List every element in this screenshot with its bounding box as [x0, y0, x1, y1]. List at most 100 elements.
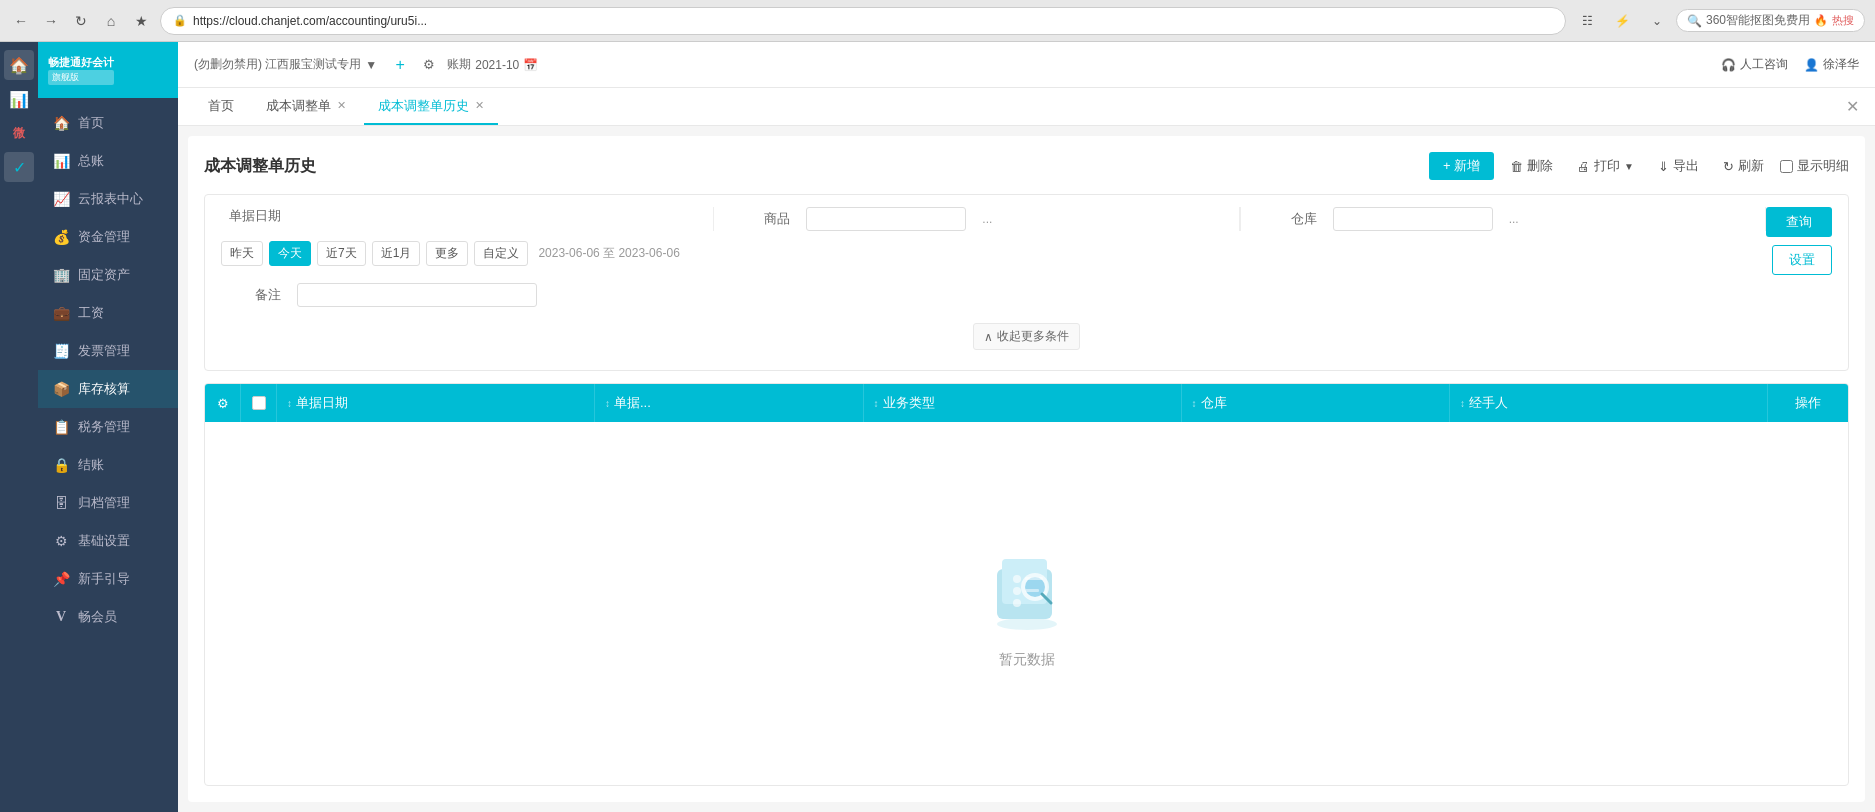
close-all-tabs-button[interactable]: ✕	[1846, 97, 1859, 116]
print-button[interactable]: 🖨 打印 ▼	[1569, 153, 1642, 179]
qr-code-icon[interactable]: ☷	[1574, 12, 1601, 30]
th-checkbox[interactable]	[241, 384, 277, 422]
add-company-button[interactable]: +	[389, 54, 411, 76]
th-warehouse[interactable]: ↕ 仓库	[1182, 384, 1451, 422]
sort-icon-date: ↕	[287, 398, 292, 409]
user-service-btn[interactable]: 🎧 人工咨询	[1721, 56, 1788, 73]
home-button[interactable]: ⌂	[100, 10, 122, 32]
tab-cost-adjust-history[interactable]: 成本调整单历史 ✕	[364, 89, 498, 125]
address-bar[interactable]: 🔒 https://cloud.chanjet.com/accounting/u…	[160, 7, 1566, 35]
date-btn-7days[interactable]: 近7天	[317, 241, 366, 266]
select-all-checkbox[interactable]	[252, 396, 266, 410]
inventory-icon: 📦	[52, 381, 70, 397]
sidebar-item-closing-label: 结账	[78, 456, 104, 474]
collapse-filter-button[interactable]: ∧ 收起更多条件	[973, 323, 1080, 350]
icon-bar-check[interactable]: ✓	[4, 152, 34, 182]
sidebar-item-archive[interactable]: 🗄 归档管理	[38, 484, 178, 522]
date-btn-yesterday[interactable]: 昨天	[221, 241, 263, 266]
th-date[interactable]: ↕ 单据日期	[277, 384, 595, 422]
sidebar: 畅捷通好会计 旗舰版 🏠 首页 📊 总账 📈 云报表中心 💰 资金管理	[38, 42, 178, 812]
tab-cost-adjust-close[interactable]: ✕	[337, 99, 346, 112]
sidebar-item-salary[interactable]: 💼 工资	[38, 294, 178, 332]
sidebar-item-reports-label: 云报表中心	[78, 190, 143, 208]
refresh-button[interactable]: ↻ 刷新	[1715, 153, 1772, 179]
tab-cost-adjust[interactable]: 成本调整单 ✕	[252, 89, 360, 125]
warehouse-filter-label: 仓库	[1257, 210, 1317, 228]
delete-button[interactable]: 🗑 删除	[1502, 153, 1561, 179]
user-service-label: 人工咨询	[1740, 56, 1788, 73]
sidebar-item-vip[interactable]: V 畅会员	[38, 598, 178, 636]
export-button[interactable]: ⇓ 导出	[1650, 153, 1707, 179]
sidebar-nav: 🏠 首页 📊 总账 📈 云报表中心 💰 资金管理 🏢 固定资产 💼 工资	[38, 98, 178, 812]
sidebar-item-inventory[interactable]: 📦 库存核算	[38, 370, 178, 408]
settings-gear-icon[interactable]: ⚙	[423, 57, 435, 72]
th-handler[interactable]: ↕ 经手人	[1450, 384, 1768, 422]
date-btn-1month[interactable]: 近1月	[372, 241, 421, 266]
sidebar-item-invoice[interactable]: 🧾 发票管理	[38, 332, 178, 370]
goods-filter-label: 商品	[730, 210, 790, 228]
user-profile-btn[interactable]: 👤 徐泽华	[1804, 56, 1859, 73]
empty-illustration	[977, 539, 1077, 639]
sidebar-item-invoice-label: 发票管理	[78, 342, 130, 360]
icon-bar-chart[interactable]: 📊	[4, 84, 34, 114]
date-btn-custom[interactable]: 自定义	[474, 241, 528, 266]
goods-filter-input[interactable]	[806, 207, 966, 231]
empty-text: 暂元数据	[999, 651, 1055, 669]
sidebar-item-closing[interactable]: 🔒 结账	[38, 446, 178, 484]
sidebar-item-fixed[interactable]: 🏢 固定资产	[38, 256, 178, 294]
th-biztype[interactable]: ↕ 业务类型	[864, 384, 1182, 422]
icon-bar-app[interactable]: 🏠	[4, 50, 34, 80]
display-toggle[interactable]: 显示明细	[1780, 157, 1849, 175]
note-filter-label: 备注	[221, 286, 281, 304]
date-btn-more[interactable]: 更多	[426, 241, 468, 266]
sidebar-item-home[interactable]: 🏠 首页	[38, 104, 178, 142]
print-label: 打印	[1594, 157, 1620, 175]
th-settings[interactable]: ⚙	[205, 384, 241, 422]
browser-chrome: ← → ↻ ⌂ ★ 🔒 https://cloud.chanjet.com/ac…	[0, 0, 1875, 42]
tab-cost-adjust-history-close[interactable]: ✕	[475, 99, 484, 112]
filter-left-col: 单据日期 昨天 今天 近7天 近1月 更多 自定义 2023-06-06 至 2…	[221, 207, 713, 266]
period-value: 2021-10	[475, 58, 519, 72]
user-icon: 👤	[1804, 58, 1819, 72]
search-box[interactable]: 🔍 360智能抠图免费用 🔥 热搜	[1676, 9, 1865, 32]
warehouse-dots[interactable]: ...	[1509, 212, 1519, 226]
sidebar-item-ledger[interactable]: 📊 总账	[38, 142, 178, 180]
sidebar-item-guide[interactable]: 📌 新手引导	[38, 560, 178, 598]
period-calendar-icon[interactable]: 📅	[523, 58, 538, 72]
goods-dots[interactable]: ...	[982, 212, 992, 226]
date-range-text: 2023-06-06 至 2023-06-06	[538, 245, 679, 262]
display-toggle-checkbox[interactable]	[1780, 160, 1793, 173]
funds-icon: 💰	[52, 229, 70, 245]
sidebar-item-tax[interactable]: 📋 税务管理	[38, 408, 178, 446]
reports-icon: 📈	[52, 191, 70, 207]
note-filter-input[interactable]	[297, 283, 537, 307]
lightning-icon[interactable]: ⚡	[1607, 12, 1638, 30]
sidebar-item-funds[interactable]: 💰 资金管理	[38, 218, 178, 256]
th-number-label: 单据...	[614, 394, 651, 412]
sidebar-logo: 畅捷通好会计 旗舰版	[38, 42, 178, 98]
th-number[interactable]: ↕ 单据...	[595, 384, 864, 422]
date-btn-today[interactable]: 今天	[269, 241, 311, 266]
filter-settings-button[interactable]: 设置	[1772, 245, 1832, 275]
svg-rect-10	[1025, 589, 1039, 592]
export-icon: ⇓	[1658, 159, 1669, 174]
sidebar-item-settings[interactable]: ⚙ 基础设置	[38, 522, 178, 560]
page-title: 成本调整单历史	[204, 156, 316, 177]
icon-bar-weibo[interactable]: 微	[4, 118, 34, 148]
dropdown-icon[interactable]: ⌄	[1644, 12, 1670, 30]
bookmark-button[interactable]: ★	[130, 10, 152, 32]
vip-icon: V	[52, 609, 70, 625]
forward-button[interactable]: →	[40, 10, 62, 32]
warehouse-filter-input[interactable]	[1333, 207, 1493, 231]
query-button[interactable]: 查询	[1766, 207, 1832, 237]
new-button[interactable]: + 新增	[1429, 152, 1494, 180]
sidebar-item-reports[interactable]: 📈 云报表中心	[38, 180, 178, 218]
refresh-button[interactable]: ↻	[70, 10, 92, 32]
logo-badge: 旗舰版	[48, 70, 114, 85]
print-icon: 🖨	[1577, 159, 1590, 174]
hot-text: 热搜	[1832, 13, 1854, 28]
company-selector[interactable]: (勿删勿禁用) 江西服宝测试专用 ▼	[194, 56, 377, 73]
tab-home[interactable]: 首页	[194, 89, 248, 125]
print-dropdown-icon: ▼	[1624, 161, 1634, 172]
back-button[interactable]: ←	[10, 10, 32, 32]
